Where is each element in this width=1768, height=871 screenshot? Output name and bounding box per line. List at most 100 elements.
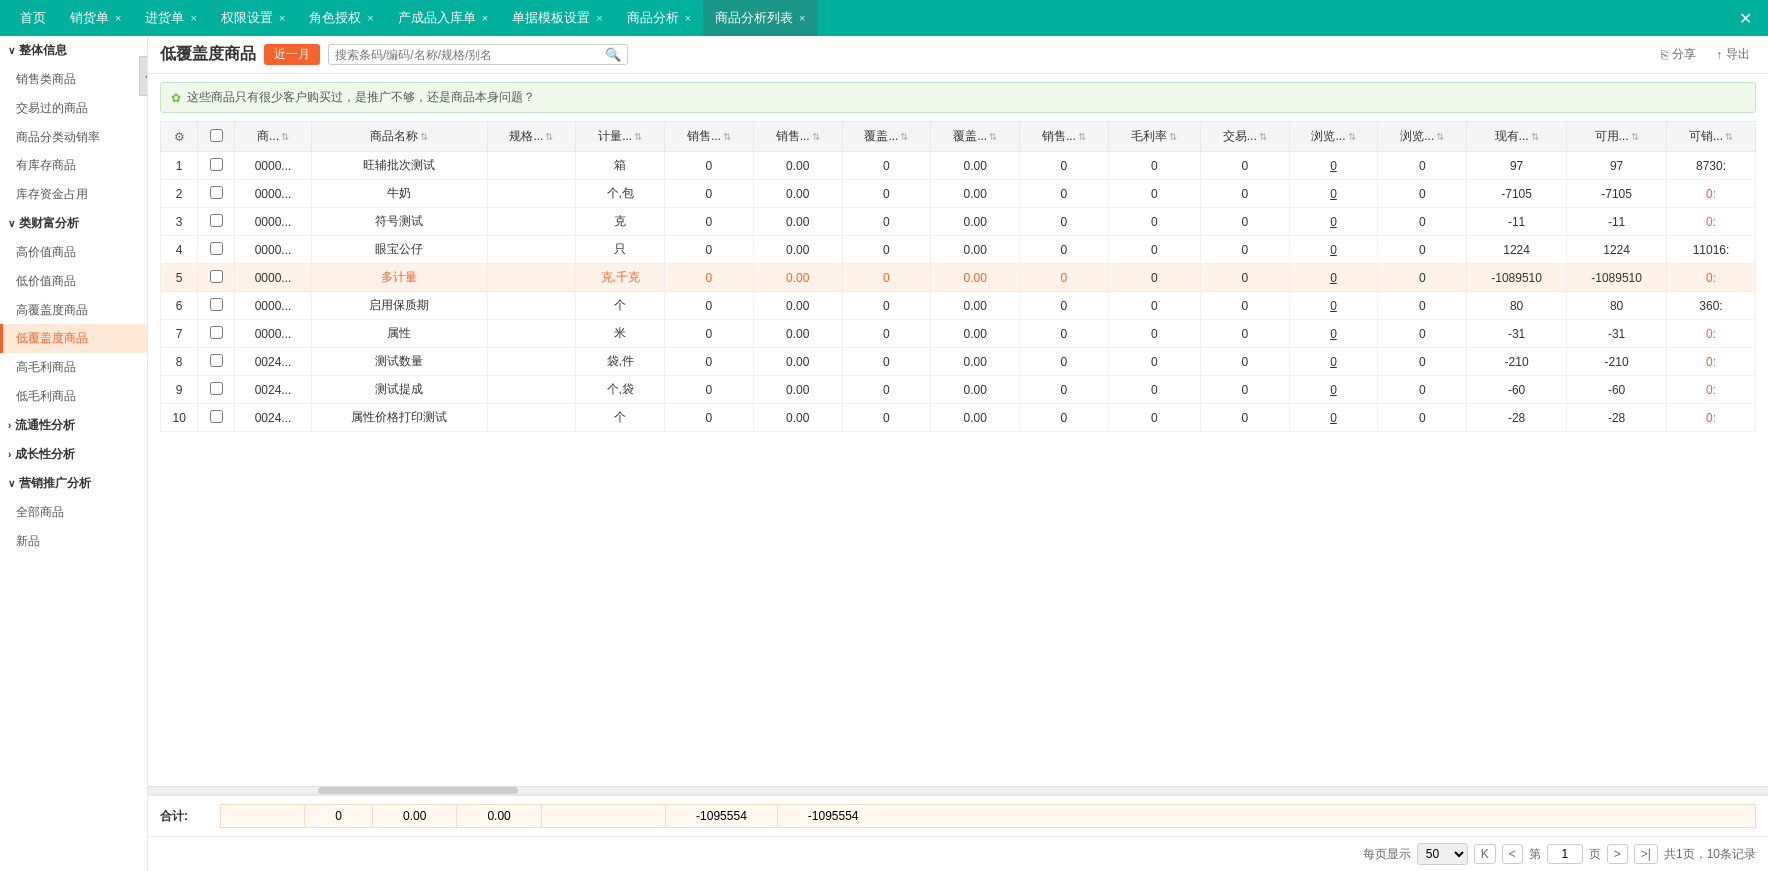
nav-home[interactable]: 首页 <box>8 0 58 36</box>
close-icon[interactable]: × <box>482 12 488 24</box>
close-icon[interactable]: × <box>596 12 602 24</box>
close-icon[interactable]: × <box>367 12 373 24</box>
row-checkbox[interactable] <box>198 264 235 292</box>
col-available[interactable]: 可用...⇅ <box>1567 122 1667 152</box>
col-transaction[interactable]: 交易...⇅ <box>1200 122 1289 152</box>
scroll-thumb[interactable] <box>318 787 518 794</box>
row-browse1[interactable]: 0 <box>1289 236 1378 264</box>
sidebar-section-wealth[interactable]: ∨ 类财富分析 <box>0 209 147 238</box>
sidebar-item-low-value[interactable]: 低价值商品 <box>0 267 147 296</box>
row-browse2: 0 <box>1378 348 1467 376</box>
row-checkbox[interactable] <box>198 320 235 348</box>
row-browse1[interactable]: 0 <box>1289 348 1378 376</box>
nav-goods-analysis-list[interactable]: 商品分析列表 × <box>703 0 817 36</box>
last-page-button[interactable]: >| <box>1634 844 1658 864</box>
sidebar-item-traded-goods[interactable]: 交易过的商品 <box>0 94 147 123</box>
nav-purchase-order[interactable]: 进货单 × <box>133 0 208 36</box>
sidebar-section-growth[interactable]: › 成长性分析 <box>0 440 147 469</box>
row-browse1[interactable]: 0 <box>1289 208 1378 236</box>
page-size-select[interactable]: 50 100 200 <box>1417 843 1468 865</box>
row-gross-rate: 0 <box>1108 320 1200 348</box>
row-checkbox[interactable] <box>198 376 235 404</box>
close-icon[interactable]: × <box>190 12 196 24</box>
row-browse1[interactable]: 0 <box>1289 264 1378 292</box>
col-name[interactable]: 商品名称⇅ <box>311 122 487 152</box>
row-browse1[interactable]: 0 <box>1289 320 1378 348</box>
col-browse2[interactable]: 浏览...⇅ <box>1378 122 1467 152</box>
first-page-button[interactable]: K <box>1474 844 1496 864</box>
row-checkbox[interactable] <box>198 152 235 180</box>
col-sellable[interactable]: 可销...⇅ <box>1667 122 1756 152</box>
row-num: 3 <box>161 208 198 236</box>
col-current[interactable]: 现有...⇅ <box>1467 122 1567 152</box>
close-icon[interactable]: × <box>799 12 805 24</box>
row-current: 1224 <box>1467 236 1567 264</box>
sidebar-section-overview[interactable]: ∨ 整体信息 <box>0 36 147 65</box>
col-coverage1[interactable]: 覆盖...⇅ <box>842 122 931 152</box>
sidebar-section-liquidity[interactable]: › 流通性分析 <box>0 411 147 440</box>
settings-icon[interactable]: ⚙ <box>174 130 185 144</box>
share-button[interactable]: ⎘ 分享 <box>1655 44 1702 65</box>
close-icon[interactable]: × <box>685 12 691 24</box>
row-browse1[interactable]: 0 <box>1289 292 1378 320</box>
nav-template-settings[interactable]: 单据模板设置 × <box>500 0 614 36</box>
row-coverage1: 0 <box>842 152 931 180</box>
export-button[interactable]: ↑ 导出 <box>1710 44 1756 65</box>
sidebar-item-sales-goods[interactable]: 销售类商品 <box>0 65 147 94</box>
col-settings[interactable]: ⚙ <box>161 122 198 152</box>
row-checkbox[interactable] <box>198 180 235 208</box>
col-sales2[interactable]: 销售...⇅ <box>1020 122 1109 152</box>
col-spec[interactable]: 规格...⇅ <box>487 122 576 152</box>
row-checkbox[interactable] <box>198 208 235 236</box>
sidebar-item-all-goods[interactable]: 全部商品 <box>0 498 147 527</box>
row-spec <box>487 348 576 376</box>
horizontal-scrollbar[interactable] <box>148 786 1768 794</box>
col-sales-amount[interactable]: 销售...⇅ <box>753 122 842 152</box>
nav-permission[interactable]: 权限设置 × <box>209 0 297 36</box>
row-available: -7105 <box>1567 180 1667 208</box>
next-page-button[interactable]: > <box>1607 844 1628 864</box>
row-browse1[interactable]: 0 <box>1289 180 1378 208</box>
page-number-input[interactable] <box>1547 844 1583 864</box>
sidebar-section-marketing[interactable]: ∨ 营销推广分析 <box>0 469 147 498</box>
sidebar-item-new-goods[interactable]: 新品 <box>0 527 147 556</box>
col-code[interactable]: 商...⇅ <box>235 122 312 152</box>
sidebar-collapse-button[interactable]: « <box>139 56 148 96</box>
row-checkbox[interactable] <box>198 236 235 264</box>
prev-page-button[interactable]: < <box>1502 844 1523 864</box>
row-browse1[interactable]: 0 <box>1289 152 1378 180</box>
row-browse1[interactable]: 0 <box>1289 404 1378 432</box>
row-checkbox[interactable] <box>198 404 235 432</box>
nav-sales-order[interactable]: 销货单 × <box>58 0 133 36</box>
sidebar-item-low-margin[interactable]: 低毛利商品 <box>0 382 147 411</box>
window-close-button[interactable]: ✕ <box>1731 9 1760 28</box>
sidebar-item-high-value[interactable]: 高价值商品 <box>0 238 147 267</box>
sidebar-item-stock-goods[interactable]: 有库存商品 <box>0 151 147 180</box>
select-all-checkbox[interactable] <box>210 129 223 142</box>
sidebar-item-category-sales-rate[interactable]: 商品分类动销率 <box>0 123 147 152</box>
row-checkbox[interactable] <box>198 348 235 376</box>
row-checkbox[interactable] <box>198 292 235 320</box>
col-unit[interactable]: 计量...⇅ <box>576 122 665 152</box>
row-available: -28 <box>1567 404 1667 432</box>
close-icon[interactable]: × <box>279 12 285 24</box>
col-sales-qty[interactable]: 销售...⇅ <box>665 122 754 152</box>
close-icon[interactable]: × <box>115 12 121 24</box>
nav-goods-analysis[interactable]: 商品分析 × <box>615 0 703 36</box>
sidebar-item-stock-capital[interactable]: 库存资金占用 <box>0 180 147 209</box>
search-input[interactable] <box>335 48 605 62</box>
row-browse1[interactable]: 0 <box>1289 376 1378 404</box>
col-browse1[interactable]: 浏览...⇅ <box>1289 122 1378 152</box>
col-gross-rate[interactable]: 毛利率⇅ <box>1108 122 1200 152</box>
row-current: -31 <box>1467 320 1567 348</box>
sidebar-item-low-coverage[interactable]: 低覆盖度商品 <box>0 324 147 353</box>
sidebar-item-high-coverage[interactable]: 高覆盖度商品 <box>0 296 147 325</box>
nav-product-warehousing[interactable]: 产成品入库单 × <box>386 0 500 36</box>
table-row: 30000...符号测试克00.0000.0000000-11-110: <box>161 208 1756 236</box>
sidebar-item-high-margin[interactable]: 高毛利商品 <box>0 353 147 382</box>
col-coverage2[interactable]: 覆盖...⇅ <box>931 122 1020 152</box>
search-icon[interactable]: 🔍 <box>605 47 621 62</box>
nav-role-auth[interactable]: 角色授权 × <box>297 0 385 36</box>
period-button[interactable]: 近一月 <box>264 44 320 65</box>
row-unit: 只 <box>576 236 665 264</box>
